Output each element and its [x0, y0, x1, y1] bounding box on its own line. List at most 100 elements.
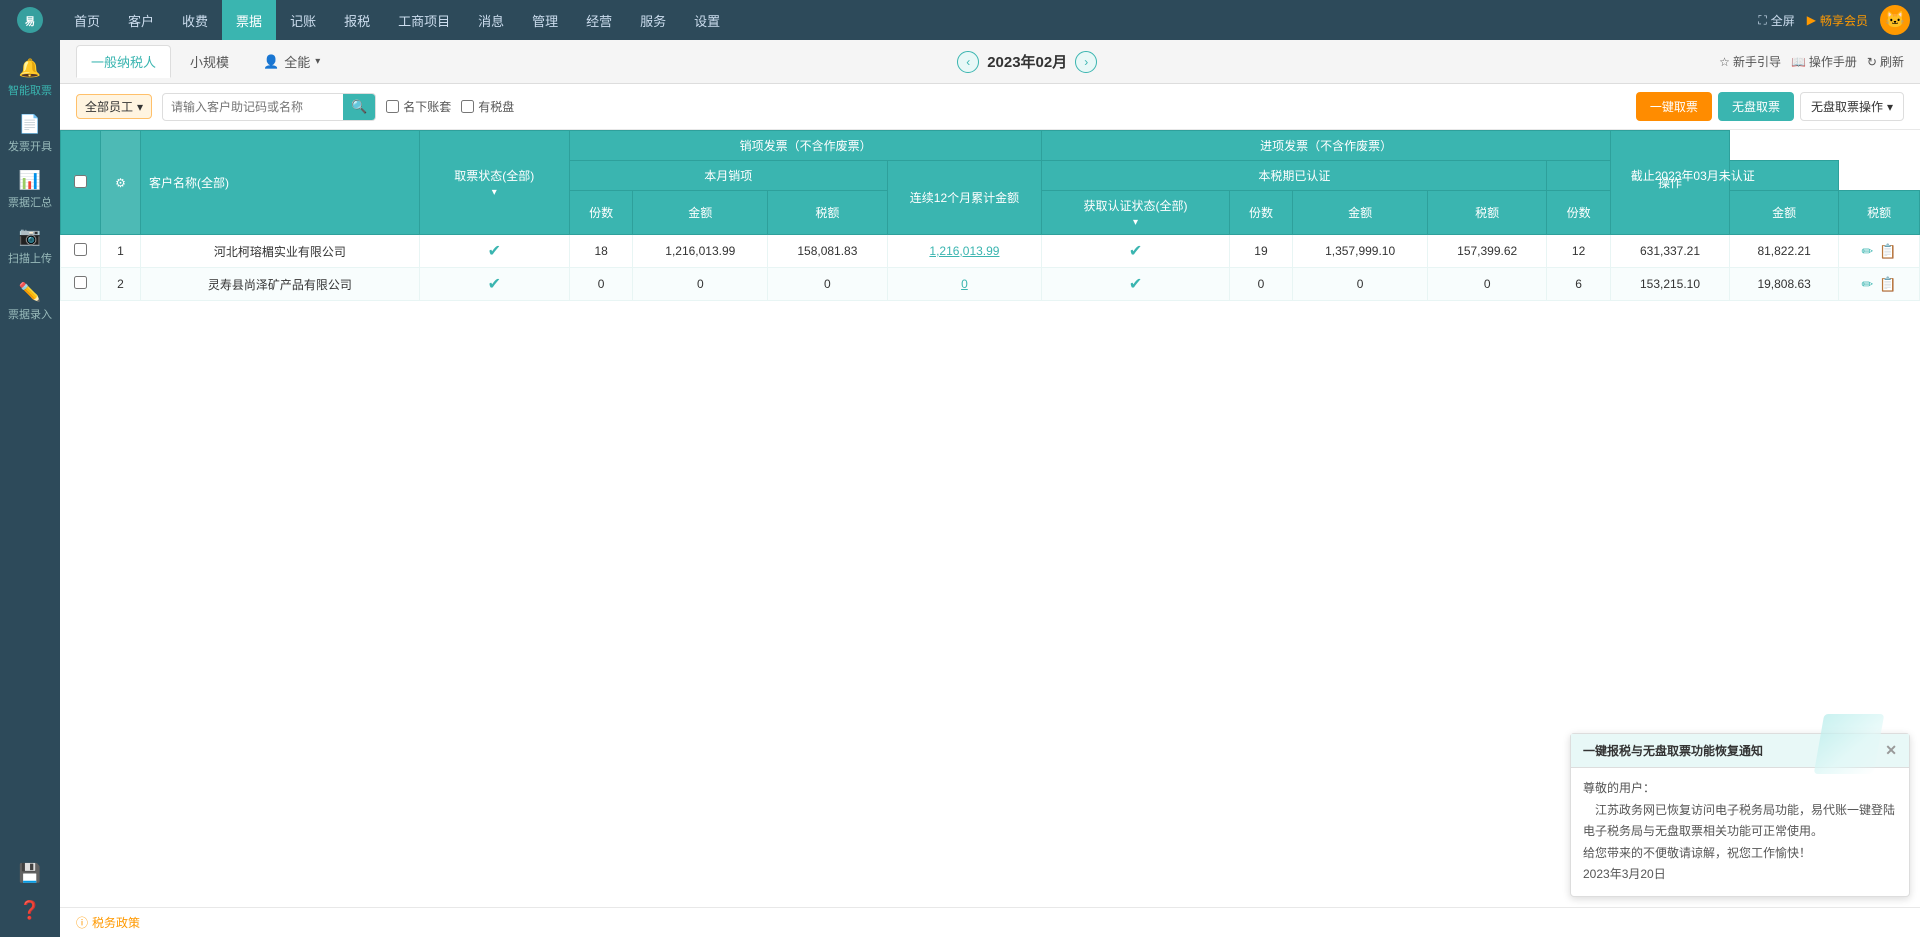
- tab-actions: ☆ 新手引导 📖 操作手册 ↻ 刷新: [1719, 53, 1904, 70]
- view-icon[interactable]: 📋: [1879, 243, 1896, 260]
- row1-incoming-tax: 157,399.62: [1428, 235, 1547, 268]
- has-tax-disk-checkbox[interactable]: [461, 100, 474, 113]
- employee-select[interactable]: 全部员工 ▾: [76, 94, 152, 119]
- nav-bookkeeping[interactable]: 记账: [276, 0, 330, 40]
- sidebar-item-invoice-issue[interactable]: 📄 发票开具: [0, 106, 60, 162]
- checkbox-own-account[interactable]: 名下账套: [386, 98, 451, 115]
- chevron-down-icon: ▾: [137, 100, 143, 114]
- nav-operation[interactable]: 经营: [572, 0, 626, 40]
- nav-tax[interactable]: 报税: [330, 0, 384, 40]
- row1-actions: ✏ 📋: [1839, 235, 1920, 268]
- row2-unverified-tax: 19,808.63: [1730, 268, 1839, 301]
- row1-sales-amount: 1,216,013.99: [633, 235, 768, 268]
- date-prev-btn[interactable]: ‹: [957, 51, 979, 73]
- no-disk-ticket-ops-btn[interactable]: 无盘取票操作 ▾: [1800, 92, 1904, 121]
- nav-home[interactable]: 首页: [60, 0, 114, 40]
- th-unverified-tax: 税额: [1839, 191, 1920, 235]
- chart-icon: 📊: [19, 170, 41, 191]
- th-sales-amount: 金额: [633, 191, 768, 235]
- th-sales-cumulative: 连续12个月累计金额: [887, 161, 1042, 235]
- action-icons2: ✏ 📋: [1847, 276, 1911, 293]
- row2-unverified-count: 6: [1547, 268, 1611, 301]
- row2-sales-count: 0: [569, 268, 633, 301]
- nav-invoice[interactable]: 票据: [222, 0, 276, 40]
- row2-incoming-amount: 0: [1293, 268, 1428, 301]
- search-box: 🔍: [162, 93, 376, 121]
- tax-policy-link[interactable]: ⓘ 税务政策: [76, 914, 140, 931]
- tab-general-taxpayer[interactable]: 一般纳税人: [76, 45, 171, 78]
- own-account-checkbox[interactable]: [386, 100, 399, 113]
- cert-check-icon2: ✔: [1129, 276, 1142, 293]
- row1-unverified-count: 12: [1547, 235, 1611, 268]
- filter-bar: 全部员工 ▾ 🔍 名下账套 有税盘 一键取票 无盘取票 无盘取票操作 ▾: [60, 84, 1920, 130]
- status-check-icon: ✔: [488, 243, 501, 260]
- row2-incoming-tax: 0: [1428, 268, 1547, 301]
- tab-small-scale[interactable]: 小规模: [175, 45, 244, 78]
- nav-right: ⛶ 全屏 ▶ 畅享会员 🐱: [1758, 5, 1910, 35]
- sidebar-item-invoice-summary[interactable]: 📊 票据汇总: [0, 162, 60, 218]
- action-icons: ✏ 📋: [1847, 243, 1911, 260]
- filter-icon[interactable]: ▾: [492, 187, 497, 198]
- edit-icon2[interactable]: ✏: [1861, 276, 1873, 293]
- th-unverified-count: 份数: [1547, 191, 1611, 235]
- search-button[interactable]: 🔍: [343, 94, 375, 120]
- sidebar-item-scan-upload[interactable]: 📷 扫描上传: [0, 218, 60, 274]
- select-all-checkbox[interactable]: [74, 175, 87, 188]
- manual-btn[interactable]: 📖 操作手册: [1791, 53, 1857, 70]
- row1-unverified-amount: 631,337.21: [1610, 235, 1729, 268]
- sidebar-item-smart-ticket[interactable]: 🔔 智能取票: [0, 50, 60, 106]
- edit-icon[interactable]: ✏: [1861, 243, 1873, 260]
- no-disk-ticket-btn[interactable]: 无盘取票: [1718, 92, 1794, 121]
- nav-customer[interactable]: 客户: [114, 0, 168, 40]
- nav-service[interactable]: 服务: [626, 0, 680, 40]
- filter-actions: 一键取票 无盘取票 无盘取票操作 ▾: [1636, 92, 1904, 121]
- sidebar-bottom: 💾 ❓: [13, 857, 47, 927]
- info-icon: ⓘ: [76, 914, 88, 931]
- sidebar-item-invoice-entry[interactable]: ✏️ 票据录入: [0, 274, 60, 330]
- top-nav: 易 首页 客户 收费 票据 记账 报税 工商项目 消息 管理 经营 服务 设置 …: [0, 0, 1920, 40]
- row1-checkbox[interactable]: [61, 235, 101, 268]
- notification-popup: 一键报税与无盘取票功能恢复通知 ✕ 尊敬的用户： 江苏政务网已恢复访问电子税务局…: [1570, 733, 1910, 897]
- row2-actions: ✏ 📋: [1839, 268, 1920, 301]
- footer-bar: ⓘ 税务政策: [60, 907, 1920, 937]
- refresh-btn[interactable]: ↻ 刷新: [1867, 53, 1904, 70]
- sidebar-help-icon[interactable]: ❓: [13, 894, 47, 927]
- vip-btn[interactable]: ▶ 畅享会员: [1807, 12, 1868, 29]
- sidebar-download-icon[interactable]: 💾: [13, 857, 47, 890]
- status-check-icon2: ✔: [488, 276, 501, 293]
- nav-manage[interactable]: 管理: [518, 0, 572, 40]
- logo: 易: [10, 0, 50, 40]
- row2-cert-status: ✔: [1042, 268, 1229, 301]
- checkbox-has-tax-disk[interactable]: 有税盘: [461, 98, 514, 115]
- camera-icon: 📷: [19, 226, 41, 247]
- row2-incoming-count: 0: [1229, 268, 1293, 301]
- notification-title: 一键报税与无盘取票功能恢复通知: [1583, 742, 1763, 759]
- svg-text:易: 易: [25, 16, 35, 28]
- row1-name: 河北柯瑢楣实业有限公司: [141, 235, 420, 268]
- nav-settings[interactable]: 设置: [680, 0, 734, 40]
- avatar[interactable]: 🐱: [1880, 5, 1910, 35]
- row2-checkbox[interactable]: [61, 268, 101, 301]
- date-nav: ‹ 2023年02月 ›: [957, 51, 1097, 73]
- bell-icon: 🔔: [19, 58, 41, 79]
- tab-all[interactable]: 👤 全能 ▾: [248, 45, 335, 78]
- date-next-btn[interactable]: ›: [1075, 51, 1097, 73]
- row1-cumulative[interactable]: 1,216,013.99: [887, 235, 1042, 268]
- nav-message[interactable]: 消息: [464, 0, 518, 40]
- row2-sales-tax: 0: [768, 268, 887, 301]
- th-settings-icon: ⚙: [101, 131, 141, 235]
- one-click-ticket-btn[interactable]: 一键取票: [1636, 92, 1712, 121]
- filter-icon2[interactable]: ▾: [1133, 217, 1138, 228]
- new-guide-btn[interactable]: ☆ 新手引导: [1719, 53, 1781, 70]
- notification-close-btn[interactable]: ✕: [1885, 742, 1897, 759]
- row1-status: ✔: [419, 235, 569, 268]
- search-input[interactable]: [163, 96, 343, 118]
- nav-business[interactable]: 工商项目: [384, 0, 464, 40]
- fullscreen-btn[interactable]: ⛶ 全屏: [1758, 12, 1794, 29]
- nav-fee[interactable]: 收费: [168, 0, 222, 40]
- book-icon: 📖: [1791, 55, 1806, 69]
- view-icon2[interactable]: 📋: [1879, 276, 1896, 293]
- current-date: 2023年02月: [987, 51, 1067, 72]
- row2-cumulative[interactable]: 0: [887, 268, 1042, 301]
- row1-cert-status: ✔: [1042, 235, 1229, 268]
